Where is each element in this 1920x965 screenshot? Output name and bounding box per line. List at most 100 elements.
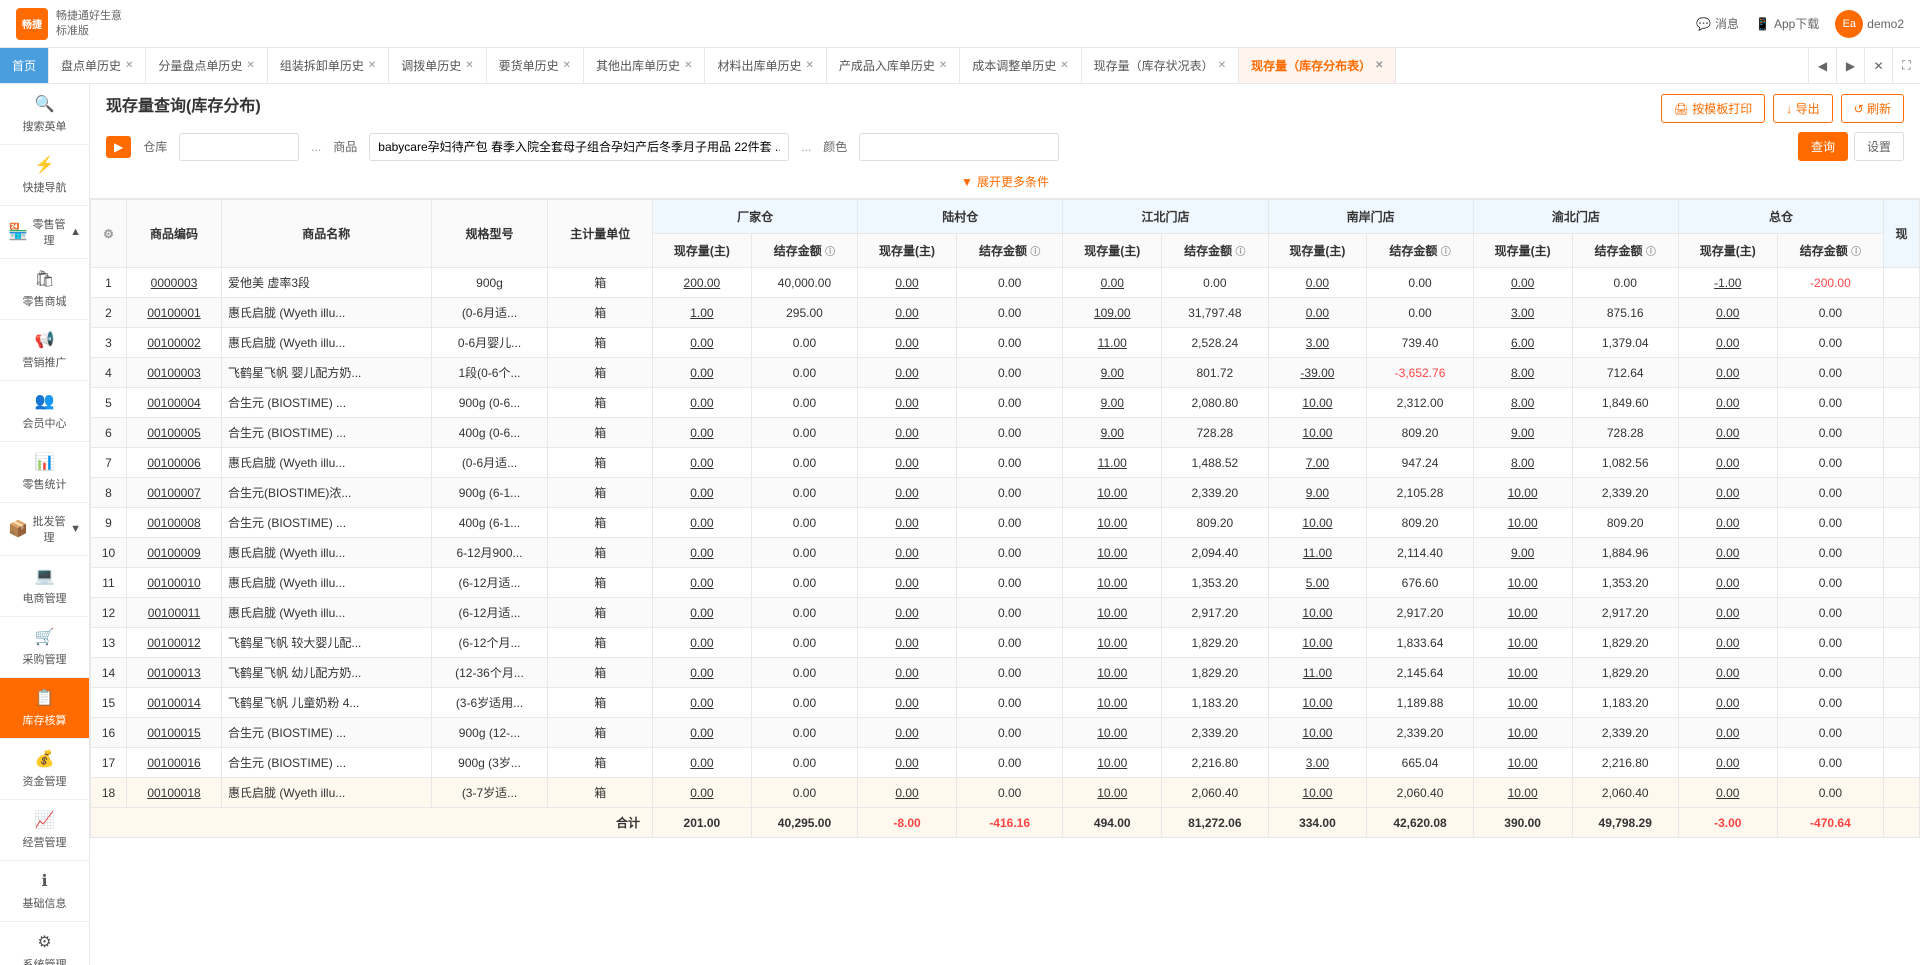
cf-amt-info[interactable]: ⓘ [825, 247, 835, 258]
row-total-qty[interactable]: 0.00 [1678, 478, 1777, 508]
tab-close-icon[interactable]: ✕ [465, 60, 473, 71]
row-yb-qty[interactable]: 0.00 [1473, 268, 1572, 298]
na-amt-info[interactable]: ⓘ [1441, 247, 1451, 258]
row-code[interactable]: 0000003 [127, 268, 222, 298]
row-jb-qty[interactable]: 10.00 [1063, 598, 1162, 628]
row-lc-qty[interactable]: 0.00 [858, 658, 957, 688]
row-lc-qty[interactable]: 0.00 [858, 718, 957, 748]
row-jb-qty[interactable]: 10.00 [1063, 568, 1162, 598]
tab-close-icon[interactable]: ✕ [1375, 60, 1383, 71]
row-total-qty[interactable]: 0.00 [1678, 358, 1777, 388]
row-total-qty[interactable]: 0.00 [1678, 778, 1777, 808]
filter-toggle-btn[interactable]: ▶ [106, 136, 131, 158]
row-lc-qty[interactable]: 0.00 [858, 508, 957, 538]
row-code[interactable]: 00100010 [127, 568, 222, 598]
tab-stock-dist[interactable]: 现存量（库存分布表） ✕ [1239, 48, 1396, 84]
row-yb-qty[interactable]: 6.00 [1473, 328, 1572, 358]
sidebar-item-operations[interactable]: 📈 经营管理 [0, 800, 89, 861]
row-na-qty[interactable]: 0.00 [1268, 268, 1367, 298]
row-total-qty[interactable]: 0.00 [1678, 718, 1777, 748]
sidebar-item-basic[interactable]: ℹ 基础信息 [0, 861, 89, 922]
row-jb-qty[interactable]: 11.00 [1063, 448, 1162, 478]
row-total-qty[interactable]: 0.00 [1678, 598, 1777, 628]
sidebar-item-wholesale[interactable]: 📦 批发管理 ▼ [0, 503, 89, 556]
row-lc-qty[interactable]: 0.00 [858, 418, 957, 448]
tab-other-out[interactable]: 其他出库单历史 ✕ [584, 48, 705, 84]
lc-amt-info[interactable]: ⓘ [1030, 247, 1040, 258]
sidebar-item-finance[interactable]: 💰 资金管理 [0, 739, 89, 800]
row-total-qty[interactable]: 0.00 [1678, 538, 1777, 568]
row-code[interactable]: 00100012 [127, 628, 222, 658]
row-total-qty[interactable]: 0.00 [1678, 448, 1777, 478]
tab-close-icon[interactable]: ✕ [1218, 60, 1226, 71]
sidebar-item-marketing[interactable]: 📢 营销推广 [0, 320, 89, 381]
row-cf-qty[interactable]: 0.00 [652, 448, 751, 478]
jb-amt-info[interactable]: ⓘ [1236, 247, 1246, 258]
row-code[interactable]: 00100005 [127, 418, 222, 448]
row-code[interactable]: 00100018 [127, 778, 222, 808]
tab-prev-btn[interactable]: ◀ [1808, 48, 1836, 84]
yb-amt-info[interactable]: ⓘ [1646, 247, 1656, 258]
row-cf-qty[interactable]: 0.00 [652, 778, 751, 808]
row-jb-qty[interactable]: 10.00 [1063, 508, 1162, 538]
tab-close-icon[interactable]: ✕ [125, 60, 133, 71]
user-area[interactable]: Ea demo2 [1835, 10, 1904, 38]
row-jb-qty[interactable]: 10.00 [1063, 748, 1162, 778]
row-yb-qty[interactable]: 10.00 [1473, 628, 1572, 658]
goods-input[interactable] [369, 133, 789, 161]
expand-filter-btn[interactable]: ▼ 展开更多条件 [106, 169, 1904, 198]
row-total-qty[interactable]: 0.00 [1678, 418, 1777, 448]
settings-btn[interactable]: 设置 [1854, 132, 1904, 161]
row-cf-qty[interactable]: 200.00 [652, 268, 751, 298]
row-cf-qty[interactable]: 0.00 [652, 688, 751, 718]
tab-cost-adjust[interactable]: 成本调整单历史 ✕ [960, 48, 1081, 84]
sidebar-item-search[interactable]: 🔍 搜索英单 [0, 84, 89, 145]
row-code[interactable]: 00100001 [127, 298, 222, 328]
row-code[interactable]: 00100016 [127, 748, 222, 778]
sidebar-item-retail-stats[interactable]: 📊 零售统计 [0, 442, 89, 503]
row-yb-qty[interactable]: 10.00 [1473, 598, 1572, 628]
row-code[interactable]: 00100015 [127, 718, 222, 748]
row-na-qty[interactable]: 10.00 [1268, 598, 1367, 628]
message-btn[interactable]: 💬 消息 [1696, 15, 1739, 32]
row-lc-qty[interactable]: 0.00 [858, 628, 957, 658]
row-lc-qty[interactable]: 0.00 [858, 388, 957, 418]
row-na-qty[interactable]: 11.00 [1268, 538, 1367, 568]
row-jb-qty[interactable]: 9.00 [1063, 388, 1162, 418]
export-btn[interactable]: ↓ 导出 [1773, 94, 1832, 123]
row-lc-qty[interactable]: 0.00 [858, 598, 957, 628]
tab-next-btn[interactable]: ▶ [1836, 48, 1864, 84]
sidebar-item-quick-nav[interactable]: ⚡ 快捷导航 [0, 145, 89, 206]
row-cf-qty[interactable]: 1.00 [652, 298, 751, 328]
row-lc-qty[interactable]: 0.00 [858, 538, 957, 568]
row-jb-qty[interactable]: 10.00 [1063, 658, 1162, 688]
row-cf-qty[interactable]: 0.00 [652, 568, 751, 598]
row-yb-qty[interactable]: 8.00 [1473, 388, 1572, 418]
row-yb-qty[interactable]: 8.00 [1473, 358, 1572, 388]
row-total-qty[interactable]: -1.00 [1678, 268, 1777, 298]
row-na-qty[interactable]: 10.00 [1268, 688, 1367, 718]
row-cf-qty[interactable]: 0.00 [652, 418, 751, 448]
query-btn[interactable]: 查询 [1798, 132, 1848, 161]
tab-home[interactable]: 首页 [0, 48, 49, 84]
row-total-qty[interactable]: 0.00 [1678, 388, 1777, 418]
row-lc-qty[interactable]: 0.00 [858, 298, 957, 328]
row-total-qty[interactable]: 0.00 [1678, 628, 1777, 658]
warehouse-input[interactable] [179, 133, 299, 161]
tab-close-icon[interactable]: ✕ [939, 60, 947, 71]
color-input[interactable] [859, 133, 1059, 161]
row-jb-qty[interactable]: 10.00 [1063, 538, 1162, 568]
row-na-qty[interactable]: 3.00 [1268, 748, 1367, 778]
refresh-btn[interactable]: ↺ 刷新 [1841, 94, 1904, 123]
app-download-btn[interactable]: 📱 App下载 [1755, 15, 1819, 32]
row-code[interactable]: 00100006 [127, 448, 222, 478]
row-yb-qty[interactable]: 10.00 [1473, 508, 1572, 538]
row-code[interactable]: 00100013 [127, 658, 222, 688]
row-jb-qty[interactable]: 10.00 [1063, 478, 1162, 508]
row-na-qty[interactable]: 11.00 [1268, 658, 1367, 688]
print-btn[interactable]: 🖨 按模板打印 [1661, 94, 1766, 123]
row-na-qty[interactable]: 9.00 [1268, 478, 1367, 508]
row-total-qty[interactable]: 0.00 [1678, 748, 1777, 778]
row-na-qty[interactable]: 10.00 [1268, 718, 1367, 748]
row-lc-qty[interactable]: 0.00 [858, 748, 957, 778]
